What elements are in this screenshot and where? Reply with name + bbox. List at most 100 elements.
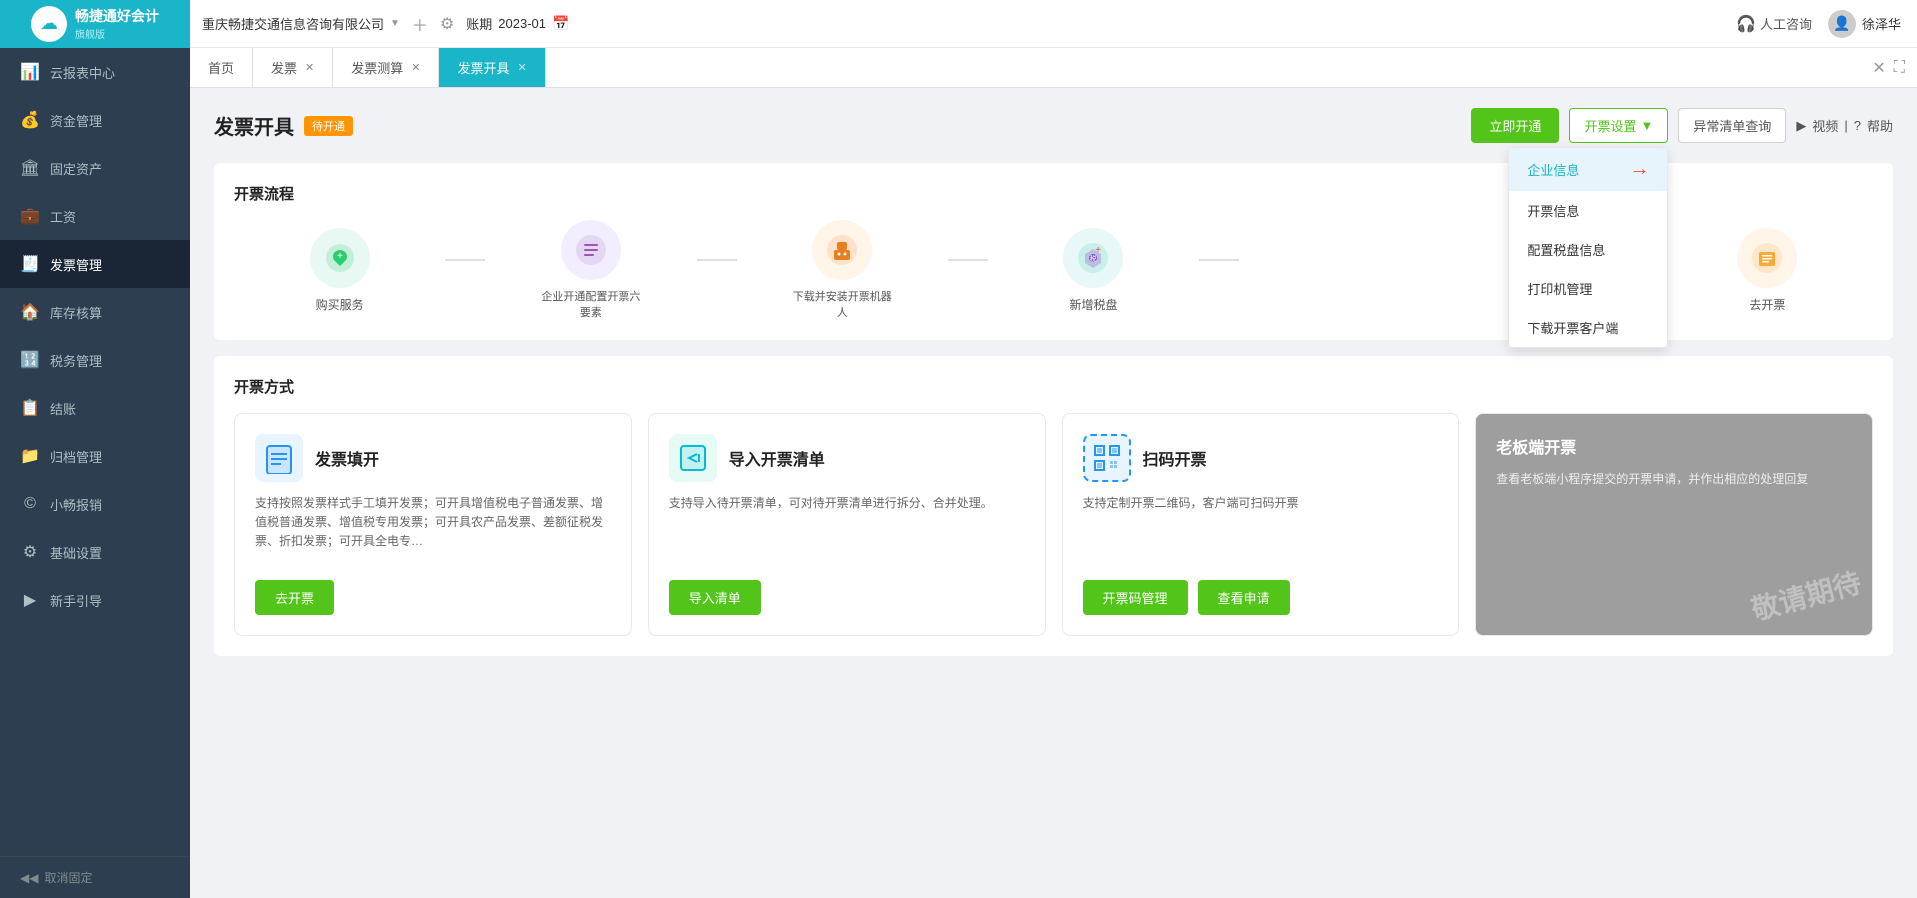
new-guide-icon: ▶ xyxy=(20,590,40,610)
tax-mgmt-icon: 🔢 xyxy=(20,350,40,370)
sidebar-item-tax-mgmt[interactable]: 🔢 税务管理 xyxy=(0,336,190,384)
logo: ☁ 畅捷通好会计 旗舰版 xyxy=(0,0,190,48)
fill-invoice-title: 发票填开 xyxy=(315,446,379,470)
flow-step-4: 税+ 新增税盘 xyxy=(988,228,1199,313)
sidebar-item-basic-settings[interactable]: ⚙ 基础设置 xyxy=(0,528,190,576)
support-label: 人工咨询 xyxy=(1760,14,1812,33)
step4-label: 新增税盘 xyxy=(1069,296,1117,313)
dropdown-tax-config[interactable]: 配置税盘信息 xyxy=(1509,230,1667,269)
scan-invoice-apply-btn[interactable]: 查看申请 xyxy=(1198,580,1290,615)
inventory-icon: 🏠 xyxy=(20,302,40,322)
method-import-invoice: 导入开票清单 支持导入待开票清单，可对待开票清单进行拆分、合并处理。 导入清单 xyxy=(648,413,1046,636)
help-label: 帮助 xyxy=(1867,116,1893,135)
sidebar-item-label: 归档管理 xyxy=(50,447,102,466)
step-last-icon xyxy=(1737,228,1797,288)
dropdown-printer-mgmt[interactable]: 打印机管理 xyxy=(1509,269,1667,308)
tab-home[interactable]: 首页 xyxy=(190,48,253,87)
invoice-info-label: 开票信息 xyxy=(1527,201,1579,220)
svg-text:+: + xyxy=(1096,245,1102,256)
flow-step-last: 去开票 xyxy=(1662,228,1873,313)
sidebar-item-inventory[interactable]: 🏠 库存核算 xyxy=(0,288,190,336)
settings-dropdown-container: 开票设置 ▼ 企业信息 → 开票信息 xyxy=(1569,108,1668,143)
fill-invoice-desc: 支持按照发票样式手工填开发票；可开具增值税电子普通发票、增值税普通发票、增值税专… xyxy=(255,494,611,564)
fund-mgmt-icon: 💰 xyxy=(20,110,40,130)
fill-invoice-header: 发票填开 xyxy=(255,434,611,482)
top-bar: ☁ 畅捷通好会计 旗舰版 重庆畅捷交通信息咨询有限公司 ▼ ＋ ⚙ 账期 202… xyxy=(0,0,1917,48)
dropdown-invoice-info[interactable]: 开票信息 xyxy=(1509,191,1667,230)
flow-connector-3 xyxy=(948,259,988,261)
content-area: 首页 发票 ✕ 发票测算 ✕ 发票开具 ✕ ✕ ⛶ xyxy=(190,48,1917,898)
sidebar-item-fund-mgmt[interactable]: 💰 资金管理 xyxy=(0,96,190,144)
expense-icon: © xyxy=(20,494,40,514)
method-boss-invoice: 老板端开票 查看老板端小程序提交的开票申请，并作出相应的处理回复 敬请期待 xyxy=(1475,413,1873,636)
invoice-mgmt-icon: 🧾 xyxy=(20,254,40,274)
boss-invoice-desc: 查看老板端小程序提交的开票申请，并作出相应的处理回复 xyxy=(1496,470,1852,540)
scan-invoice-title: 扫码开票 xyxy=(1143,446,1207,470)
video-help-area[interactable]: ▶ 视频 | ? 帮助 xyxy=(1796,116,1893,135)
step4-icon: 税+ xyxy=(1063,228,1123,288)
abnormal-list-label: 异常清单查询 xyxy=(1693,116,1771,135)
sidebar-item-new-guide[interactable]: ▶ 新手引导 xyxy=(0,576,190,624)
tab-invoice[interactable]: 发票 ✕ xyxy=(253,48,333,87)
dropdown-company-info[interactable]: 企业信息 → xyxy=(1509,148,1667,191)
checkout-icon: 📋 xyxy=(20,398,40,418)
boss-invoice-header: 老板端开票 xyxy=(1496,434,1852,458)
fill-invoice-btn[interactable]: 去开票 xyxy=(255,580,334,615)
fixed-assets-icon: 🏛 xyxy=(20,158,40,178)
company-selector[interactable]: 重庆畅捷交通信息咨询有限公司 ▼ xyxy=(202,14,400,33)
sidebar-item-label: 小畅报销 xyxy=(50,495,102,514)
tab-invoice-close[interactable]: ✕ xyxy=(305,61,314,74)
sidebar-item-invoice-mgmt[interactable]: 🧾 发票管理 xyxy=(0,240,190,288)
settings-icon[interactable]: ⚙ xyxy=(440,14,454,34)
page-title-area: 发票开具 待开通 xyxy=(214,111,353,140)
flow-step-1: + 购买服务 xyxy=(234,228,445,313)
sidebar-cancel[interactable]: ◀◀ 取消固定 xyxy=(0,856,190,898)
scan-invoice-qr-btn[interactable]: 开票码管理 xyxy=(1083,580,1188,615)
tax-config-label: 配置税盘信息 xyxy=(1527,240,1605,259)
tab-invoice-calc-close[interactable]: ✕ xyxy=(411,61,420,74)
tab-invoice-issue-close[interactable]: ✕ xyxy=(518,61,527,74)
sidebar-item-archive[interactable]: 📁 归档管理 xyxy=(0,432,190,480)
sidebar-item-cloud-report[interactable]: 📊 云报表中心 xyxy=(0,48,190,96)
user-info[interactable]: 👤 徐泽华 xyxy=(1828,10,1901,38)
scan-invoice-btns: 开票码管理 查看申请 xyxy=(1083,580,1439,615)
sidebar-item-fixed-assets[interactable]: 🏛 固定资产 xyxy=(0,144,190,192)
red-arrow-icon: → xyxy=(1629,158,1649,181)
step2-icon xyxy=(561,220,621,280)
tab-expand-btn[interactable]: ⛶ xyxy=(1894,59,1905,77)
sidebar-item-salary[interactable]: 💼 工资 xyxy=(0,192,190,240)
sidebar-item-label: 结账 xyxy=(50,399,76,418)
cloud-report-icon: 📊 xyxy=(20,62,40,82)
play-icon: ▶ xyxy=(1796,118,1806,134)
tab-close-all-btn[interactable]: ✕ xyxy=(1872,58,1885,78)
invoice-settings-button[interactable]: 开票设置 ▼ xyxy=(1569,108,1668,143)
dropdown-download-client[interactable]: 下载开票客户端 xyxy=(1509,308,1667,347)
tab-invoice-calc[interactable]: 发票测算 ✕ xyxy=(333,48,439,87)
import-invoice-desc: 支持导入待开票清单，可对待开票清单进行拆分、合并处理。 xyxy=(669,494,1025,564)
sidebar-item-checkout[interactable]: 📋 结账 xyxy=(0,384,190,432)
tab-home-label: 首页 xyxy=(208,58,234,77)
sidebar-item-expense[interactable]: © 小畅报销 xyxy=(0,480,190,528)
sidebar-item-label: 固定资产 xyxy=(50,159,102,178)
sidebar-item-label: 发票管理 xyxy=(50,255,102,274)
import-invoice-btn[interactable]: 导入清单 xyxy=(669,580,761,615)
page-title: 发票开具 xyxy=(214,111,294,140)
sidebar-item-label: 库存核算 xyxy=(50,303,102,322)
page-header: 发票开具 待开通 立即开通 开票设置 ▼ 企业信息 xyxy=(214,108,1893,143)
add-company-icon[interactable]: ＋ xyxy=(412,12,428,36)
scan-invoice-icon xyxy=(1083,434,1131,482)
step3-label: 下载并安装开票机器人 xyxy=(792,288,892,320)
basic-settings-icon: ⚙ xyxy=(20,542,40,562)
logo-content: 畅捷通好会计 旗舰版 xyxy=(75,6,159,41)
abnormal-list-button[interactable]: 异常清单查询 xyxy=(1678,108,1786,143)
calendar-icon[interactable]: 📅 xyxy=(552,15,569,32)
company-name: 重庆畅捷交通信息咨询有限公司 xyxy=(202,14,384,33)
support-button[interactable]: 🎧 人工咨询 xyxy=(1736,14,1812,34)
step2-label: 企业开通配置开票六要素 xyxy=(541,288,641,320)
tab-invoice-issue[interactable]: 发票开具 ✕ xyxy=(439,48,545,87)
logo-icon: ☁ xyxy=(31,6,67,42)
methods-section: 开票方式 发票填开 支持按照发票样式手工填开发票；可开具增值税电子普通发票、增值… xyxy=(214,356,1893,656)
period-info: 账期 2023-01 📅 xyxy=(466,14,569,33)
activate-button[interactable]: 立即开通 xyxy=(1471,108,1559,143)
tab-invoice-calc-label: 发票测算 xyxy=(351,58,403,77)
